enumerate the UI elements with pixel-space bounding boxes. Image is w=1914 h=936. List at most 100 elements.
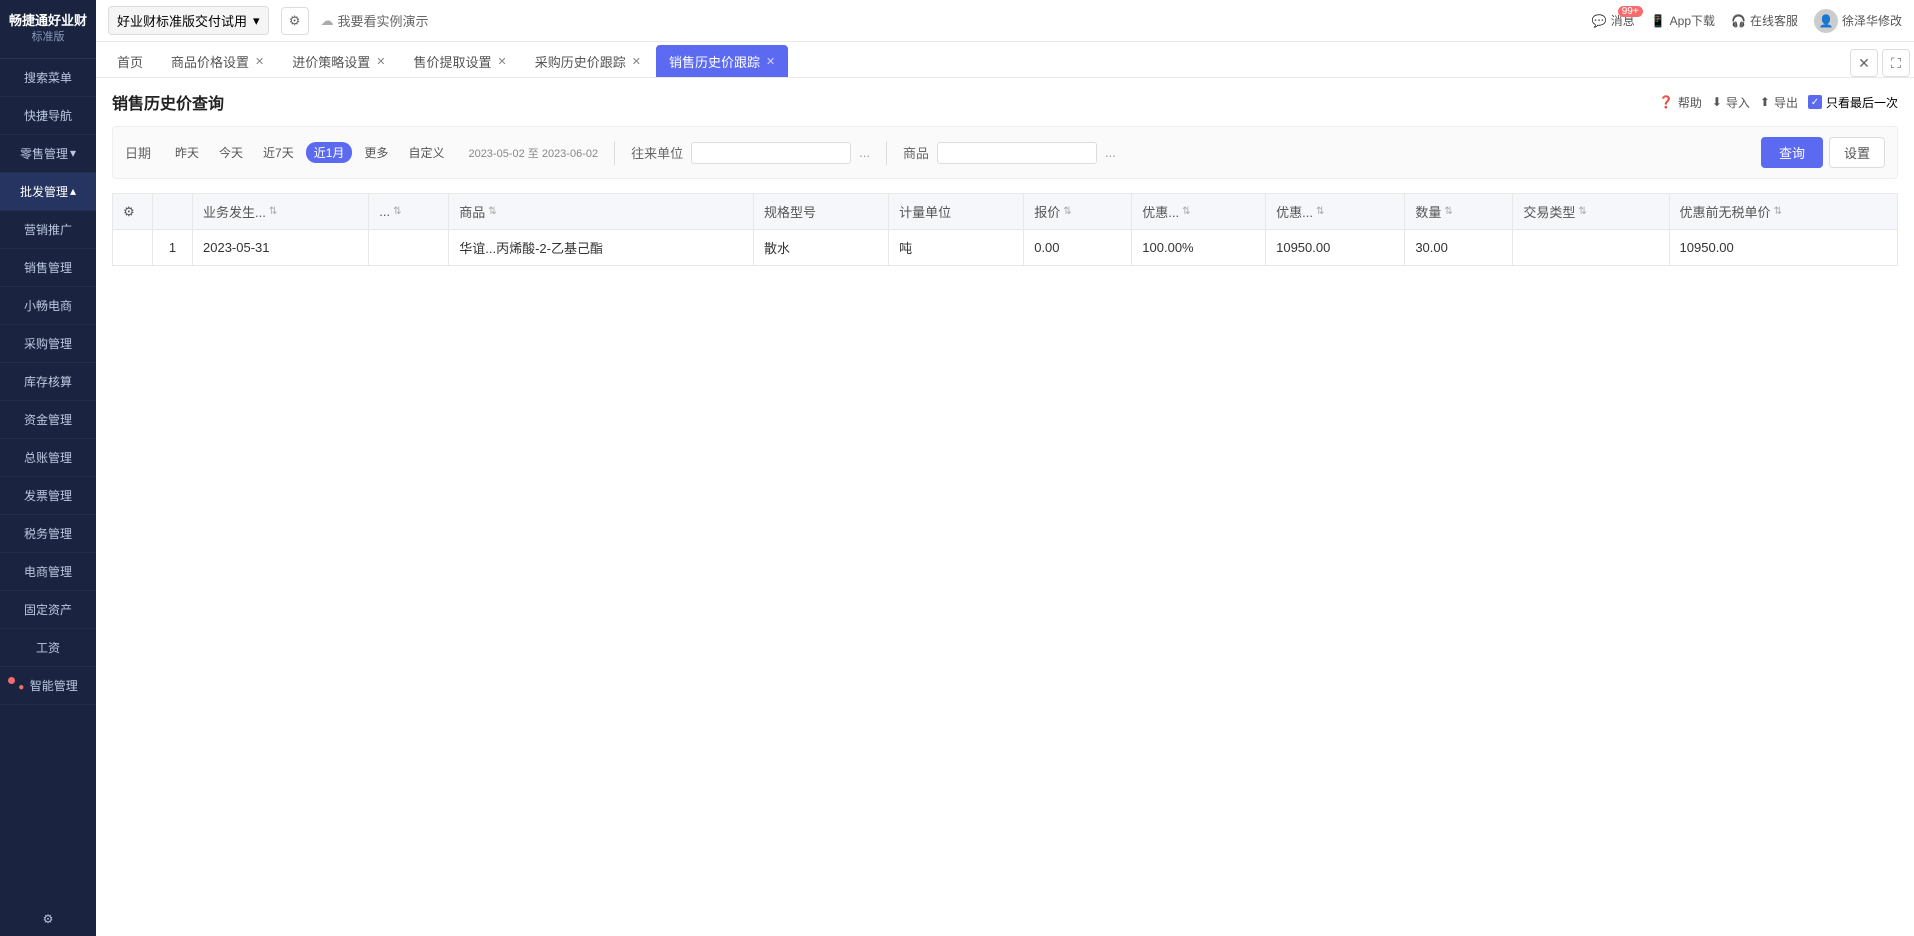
th-product[interactable]: 商品 ⇅ [449,194,754,230]
close-icon[interactable]: ✕ [632,55,641,68]
row-product: 华谊...丙烯酸-2-乙基己酯 [449,230,754,266]
divider2 [886,141,887,165]
customer-service-button[interactable]: 🎧 在线客服 [1731,12,1798,29]
content-area: 销售历史价查询 ❓ 帮助 ⬇ 导入 ⬆ 导出 ✓ [96,78,1914,936]
sidebar-item-label: 发票管理 [24,489,72,503]
th-discount-rate[interactable]: 优惠... ⇅ [1132,194,1266,230]
sidebar-item-quicknav[interactable]: 快捷导航 [0,97,96,135]
sidebar-bottom-settings[interactable]: ⚙ [0,902,96,936]
divider [614,141,615,165]
sidebar-item-tax[interactable]: 税务管理 [0,515,96,553]
date-btn-yesterday[interactable]: 昨天 [167,142,207,163]
tab-purchase-strategy[interactable]: 进价策略设置 ✕ [279,45,398,77]
export-label: 导出 [1774,94,1798,111]
user-menu[interactable]: 👤 徐泽华修改 [1814,9,1902,33]
sidebar-item-label: 智能管理 [30,679,78,693]
topbar-settings-button[interactable]: ⚙ [281,7,309,35]
sidebar-item-marketing[interactable]: 营销推广 [0,211,96,249]
sidebar-item-purchase[interactable]: 采购管理 [0,325,96,363]
th-quantity-label: 数量 [1415,202,1441,221]
sidebar-item-ledger[interactable]: 总账管理 [0,439,96,477]
th-discount-price-label: 优惠... [1276,202,1313,221]
th-quantity[interactable]: 数量 ⇅ [1405,194,1513,230]
sort-icon: ⇅ [1578,206,1586,217]
tab-purchase-history[interactable]: 采购历史价跟踪 ✕ [522,45,654,77]
only-last-label: 只看最后一次 [1826,94,1898,111]
tab-selector[interactable]: 好业财标准版交付试用 ▾ [108,6,269,35]
th-pretax-price[interactable]: 优惠前无税单价 ⇅ [1669,194,1897,230]
product-input[interactable] [937,142,1097,164]
sidebar-item-label: 快捷导航 [24,109,72,123]
sidebar-item-wholesale[interactable]: 批发管理 ▴ [0,173,96,211]
sidebar-item-inventory[interactable]: 库存核算 [0,363,96,401]
tab-label: 进价策略设置 [292,52,370,71]
table-row: 1 2023-05-31 华谊...丙烯酸-2-乙基己酯 散水 吨 0.00 1… [113,230,1898,266]
sort-icon: ⇅ [1182,206,1190,217]
date-btn-custom[interactable]: 自定义 [400,142,452,163]
settings-button[interactable]: 设置 [1829,137,1885,168]
date-btn-last1month[interactable]: 近1月 [306,142,353,163]
sidebar-item-retail[interactable]: 零售管理 ▾ [0,135,96,173]
tab-sale-history[interactable]: 销售历史价跟踪 ✕ [656,45,788,77]
customer-input[interactable] [691,142,851,164]
tab-price[interactable]: 商品价格设置 ✕ [158,45,277,77]
sidebar-item-ecommerce-small[interactable]: 小畅电商 [0,287,96,325]
product-label: 商品 [903,143,929,162]
help-button[interactable]: ❓ 帮助 [1659,94,1702,111]
close-icon[interactable]: ✕ [376,55,385,68]
close-icon[interactable]: ✕ [498,55,507,68]
th-trade-type[interactable]: 交易类型 ⇅ [1513,194,1669,230]
date-btn-today[interactable]: 今天 [211,142,251,163]
customer-search-dots[interactable]: ... [859,145,870,160]
th-more[interactable]: ... ⇅ [369,194,449,230]
th-price[interactable]: 报价 ⇅ [1024,194,1132,230]
sidebar-item-label: 电商管理 [24,565,72,579]
export-button[interactable]: ⬆ 导出 [1760,94,1798,111]
gear-icon: ⚙ [43,912,54,926]
th-discount-price[interactable]: 优惠... ⇅ [1266,194,1405,230]
import-button[interactable]: ⬇ 导入 [1712,94,1750,111]
th-gear[interactable]: ⚙ [113,194,153,230]
close-icon[interactable]: ✕ [766,55,775,68]
row-spec: 散水 [754,230,889,266]
message-button[interactable]: 💬 消息 99+ [1592,12,1635,29]
date-buttons: 昨天 今天 近7天 近1月 更多 自定义 [167,142,452,163]
import-label: 导入 [1726,94,1750,111]
close-icon[interactable]: ✕ [255,55,264,68]
sidebar-item-assets[interactable]: 固定资产 [0,591,96,629]
app-download-button[interactable]: 📱 App下载 [1651,12,1715,29]
chevron-down-icon: ▾ [253,13,260,29]
sidebar-item-search[interactable]: 搜索菜单 [0,59,96,97]
tab-label: 商品价格设置 [171,52,249,71]
sidebar-item-smart[interactable]: ● 智能管理 [0,667,96,705]
th-discount-rate-label: 优惠... [1142,202,1179,221]
th-trade-type-label: 交易类型 [1523,202,1575,221]
sort-icon: ⇅ [488,206,496,217]
sidebar-item-finance[interactable]: 资金管理 [0,401,96,439]
row-trade-type [1513,230,1669,266]
product-search-dots[interactable]: ... [1105,145,1116,160]
topbar-right: 💬 消息 99+ 📱 App下载 🎧 在线客服 👤 徐泽华修改 [1592,9,1902,33]
sidebar-item-label: 零售管理 [20,145,68,162]
message-badge: 99+ [1618,6,1643,17]
row-seq: 1 [153,230,193,266]
sidebar-item-payroll[interactable]: 工资 [0,629,96,667]
demo-link[interactable]: ☁ 我要看实例演示 [321,11,429,30]
date-btn-last7[interactable]: 近7天 [255,142,302,163]
tabbar: 首页 商品价格设置 ✕ 进价策略设置 ✕ 售价提取设置 ✕ 采购历史价跟踪 ✕ … [96,42,1914,78]
tab-sale-extract[interactable]: 售价提取设置 ✕ [400,45,519,77]
sidebar-item-invoice[interactable]: 发票管理 [0,477,96,515]
sidebar-item-sales[interactable]: 销售管理 [0,249,96,287]
sort-icon: ⇅ [393,206,401,217]
th-seq [153,194,193,230]
sidebar-logo: 畅捷通好业财 标准版 [0,0,96,59]
maximize-button[interactable]: ⛶ [1882,49,1910,77]
date-btn-more[interactable]: 更多 [356,142,396,163]
sidebar-item-ecommerce[interactable]: 电商管理 [0,553,96,591]
only-last-checkbox[interactable]: ✓ 只看最后一次 [1808,94,1898,111]
th-date[interactable]: 业务发生... ⇅ [193,194,369,230]
query-button[interactable]: 查询 [1761,137,1823,168]
chevron-up-icon: ▴ [70,184,76,198]
close-tab-button[interactable]: ✕ [1850,49,1878,77]
tab-home[interactable]: 首页 [104,45,156,77]
